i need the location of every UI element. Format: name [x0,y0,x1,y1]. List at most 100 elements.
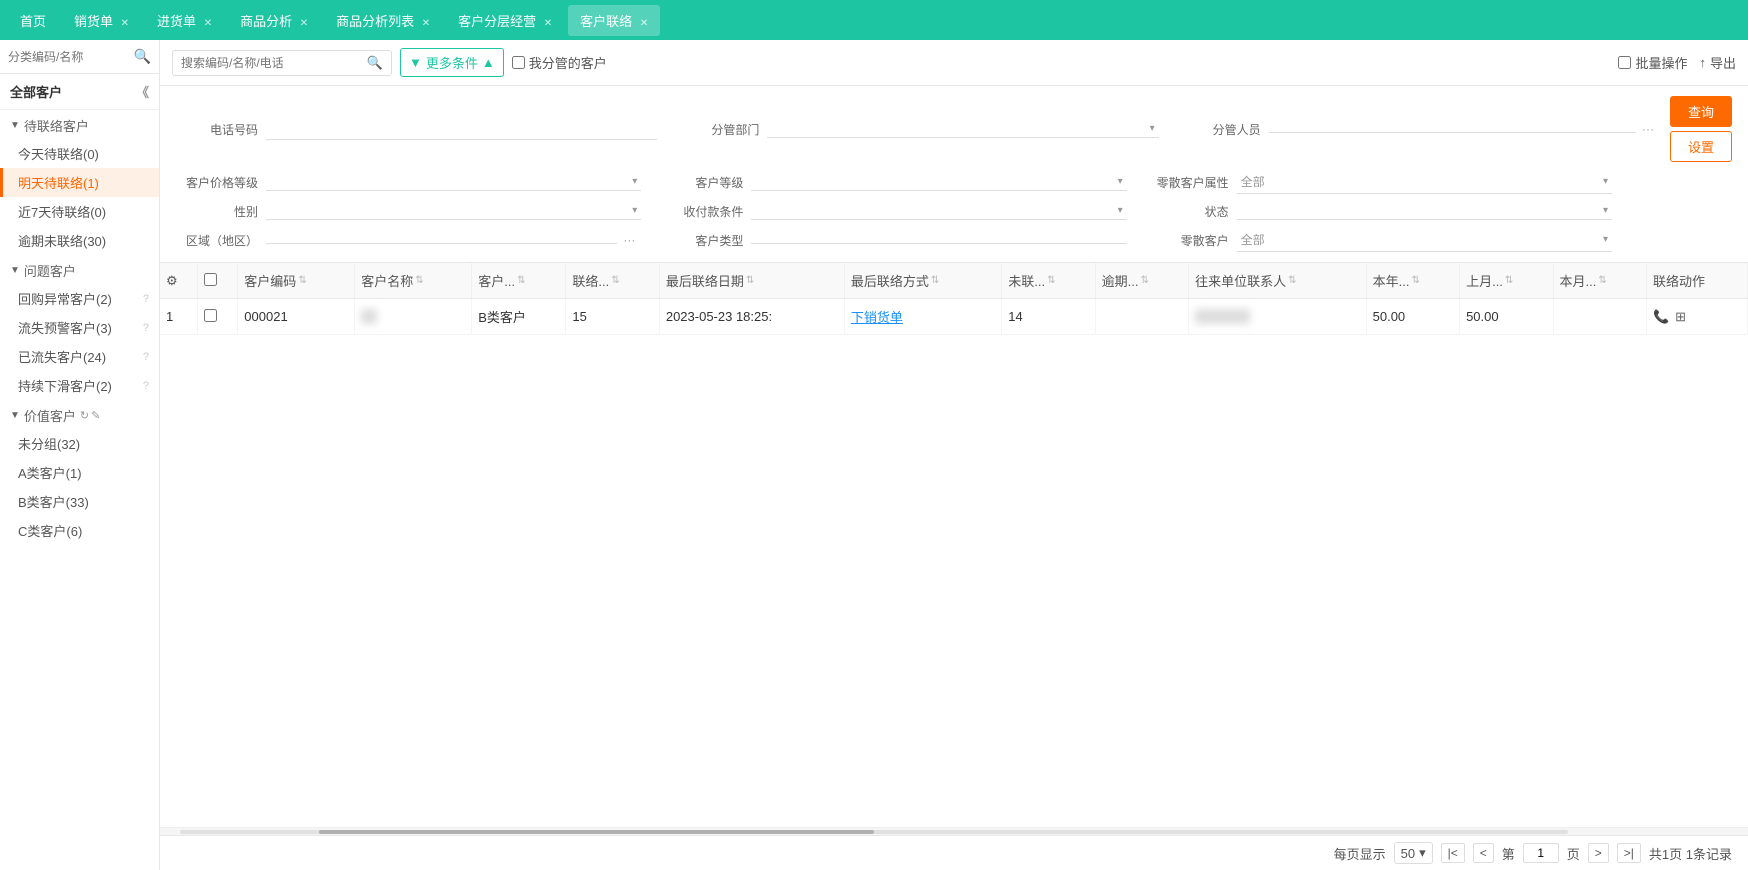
nav-purchase-order[interactable]: 进货单 ✕ [145,5,224,36]
td-last-method[interactable]: 下销货单 [844,299,1001,335]
page-number-input[interactable] [1523,843,1559,863]
filter-person-dots[interactable]: ··· [1636,122,1660,136]
nav-close-product-analysis-list[interactable]: ✕ [422,18,430,29]
grid-action-icon[interactable]: ⊞ [1675,309,1686,325]
sidebar-item-class-c[interactable]: C类客户(6) [0,516,159,545]
refresh-icon[interactable]: ↻ [80,409,89,422]
gear-icon[interactable]: ⚙ [166,273,178,288]
filter-dept-label: 分管部门 [677,121,767,138]
nav-close-sales-order[interactable]: ✕ [121,18,129,29]
sidebar-item-today-pending[interactable]: 今天待联络(0) [0,139,159,168]
nav-close-product-analysis[interactable]: ✕ [300,18,308,29]
sidebar-section-problem[interactable]: ▼ 问题客户 [0,255,159,284]
set-button[interactable]: 设置 [1670,131,1732,162]
sidebar-item-7days-pending[interactable]: 近7天待联络(0) [0,197,159,226]
sidebar-item-ungrouped[interactable]: 未分组(32) [0,429,159,458]
filter-price-level-select[interactable]: ▾ [266,173,641,191]
filter-retail-customer-select[interactable]: 全部 ▾ [1237,228,1612,252]
sidebar-item-class-b[interactable]: B类客户(33) [0,487,159,516]
th-last-date[interactable]: 最后联络日期 ⇅ [659,263,844,299]
th-type[interactable]: 客户... ⇅ [472,263,566,299]
chevron-down-icon-3: ▾ [1118,176,1123,187]
th-last-method[interactable]: 最后联络方式 ⇅ [844,263,1001,299]
nav-product-analysis[interactable]: 商品分析 ✕ [228,5,320,36]
nav-sales-order[interactable]: 销货单 ✕ [62,5,141,36]
sidebar-item-churned[interactable]: 已流失客户(24) ? [0,342,159,371]
search-input[interactable] [181,56,367,70]
edit-icon[interactable]: ✎ [91,409,100,422]
sidebar-all-customers[interactable]: 全部客户 《 [0,74,159,110]
select-all-checkbox[interactable] [204,273,217,286]
sort-icon-last-month: ⇅ [1505,275,1513,286]
row-checkbox[interactable] [204,309,217,322]
th-this-month[interactable]: 本月... ⇅ [1553,263,1646,299]
filter-region-select[interactable] [266,237,617,244]
td-uncontacted: 14 [1002,299,1095,335]
query-button[interactable]: 查询 [1670,96,1732,127]
filter-customer-level-select[interactable]: ▾ [751,173,1126,191]
filter-more-btn[interactable]: ▼ 更多条件 ▲ [400,48,504,77]
nav-close-customer-tier[interactable]: ✕ [544,18,552,29]
first-page-btn[interactable]: |< [1441,843,1465,863]
sidebar-search-input[interactable] [8,50,134,64]
prev-page-btn[interactable]: < [1473,843,1494,863]
sidebar-section-value[interactable]: ▼ 价值客户 ↻ ✎ [0,400,159,429]
scrollbar-thumb[interactable] [319,830,874,834]
filter-phone-input[interactable] [266,119,657,140]
last-page-btn[interactable]: >| [1617,843,1641,863]
filter-person-select[interactable] [1269,126,1636,133]
nav-close-purchase-order[interactable]: ✕ [204,18,212,29]
td-checkbox[interactable] [197,299,237,335]
sidebar-item-abnormal-repurchase[interactable]: 回购异常客户(2) ? [0,284,159,313]
td-type: B类客户 [472,299,566,335]
th-settings[interactable]: ⚙ [160,263,197,299]
help-icon-4: ? [143,380,149,392]
nav-customer-tier[interactable]: 客户分层经营 ✕ [446,5,564,36]
th-code[interactable]: 客户编码 ⇅ [238,263,355,299]
filter-retail-attr-select[interactable]: 全部 ▾ [1237,170,1612,194]
horizontal-scrollbar[interactable] [160,827,1748,835]
sidebar-item-declining[interactable]: 持续下滑客户(2) ? [0,371,159,400]
filter-retail-attr-label: 零散客户属性 [1147,174,1237,191]
next-page-btn[interactable]: > [1588,843,1609,863]
sidebar-section-pending[interactable]: ▼ 待联络客户 [0,110,159,139]
sidebar-item-class-a[interactable]: A类客户(1) [0,458,159,487]
filter-gender-select[interactable]: ▾ [266,202,641,220]
nav-home[interactable]: 首页 [8,5,58,36]
th-overdue[interactable]: 逾期... ⇅ [1095,263,1188,299]
sidebar-item-tomorrow-pending[interactable]: 明天待联络(1) [0,168,159,197]
search-submit-icon[interactable]: 🔍 [367,55,383,71]
th-contact-count[interactable]: 联络... ⇅ [566,263,659,299]
my-customers-checkbox-label[interactable]: 我分管的客户 [512,53,607,72]
sort-icon-name: ⇅ [415,275,423,286]
batch-op-checkbox[interactable] [1618,56,1631,69]
filter-dept-select[interactable]: ▾ [767,120,1158,138]
chevron-down-icon-6: ▾ [1118,205,1123,216]
export-btn[interactable]: ↑ 导出 [1699,53,1736,72]
th-contact-person[interactable]: 往来单位联系人 ⇅ [1189,263,1367,299]
sidebar-item-overdue-contact[interactable]: 逾期未联络(30) [0,226,159,255]
phone-action-icon[interactable]: 📞 [1653,309,1669,325]
per-page-select[interactable]: 50 ▾ [1394,842,1433,864]
batch-op-btn[interactable]: 批量操作 [1618,53,1687,72]
sidebar-collapse-icon[interactable]: 《 [136,82,149,101]
td-last-month: 50.00 [1460,299,1553,335]
filter-customer-type-select[interactable] [751,237,1126,244]
chevron-down-icon-2: ▾ [632,176,637,187]
th-this-year[interactable]: 本年... ⇅ [1366,263,1459,299]
nav-customer-contact[interactable]: 客户联络 ✕ [568,5,660,36]
th-uncontacted[interactable]: 未联... ⇅ [1002,263,1095,299]
th-checkbox[interactable] [197,263,237,299]
filter-region-dots[interactable]: ··· [617,233,641,247]
sort-icon-overdue: ⇅ [1141,275,1149,286]
th-name[interactable]: 客户名称 ⇅ [355,263,472,299]
sidebar-search-icon[interactable]: 🔍 [134,48,151,65]
filter-payment-select[interactable]: ▾ [751,202,1126,220]
help-icon-2: ? [143,322,149,334]
th-last-month[interactable]: 上月... ⇅ [1460,263,1553,299]
nav-close-customer-contact[interactable]: ✕ [640,18,648,29]
filter-status-select[interactable]: ▾ [1237,202,1612,220]
sidebar-item-churn-warning[interactable]: 流失预警客户(3) ? [0,313,159,342]
my-customers-checkbox[interactable] [512,56,525,69]
nav-product-analysis-list[interactable]: 商品分析列表 ✕ [324,5,442,36]
